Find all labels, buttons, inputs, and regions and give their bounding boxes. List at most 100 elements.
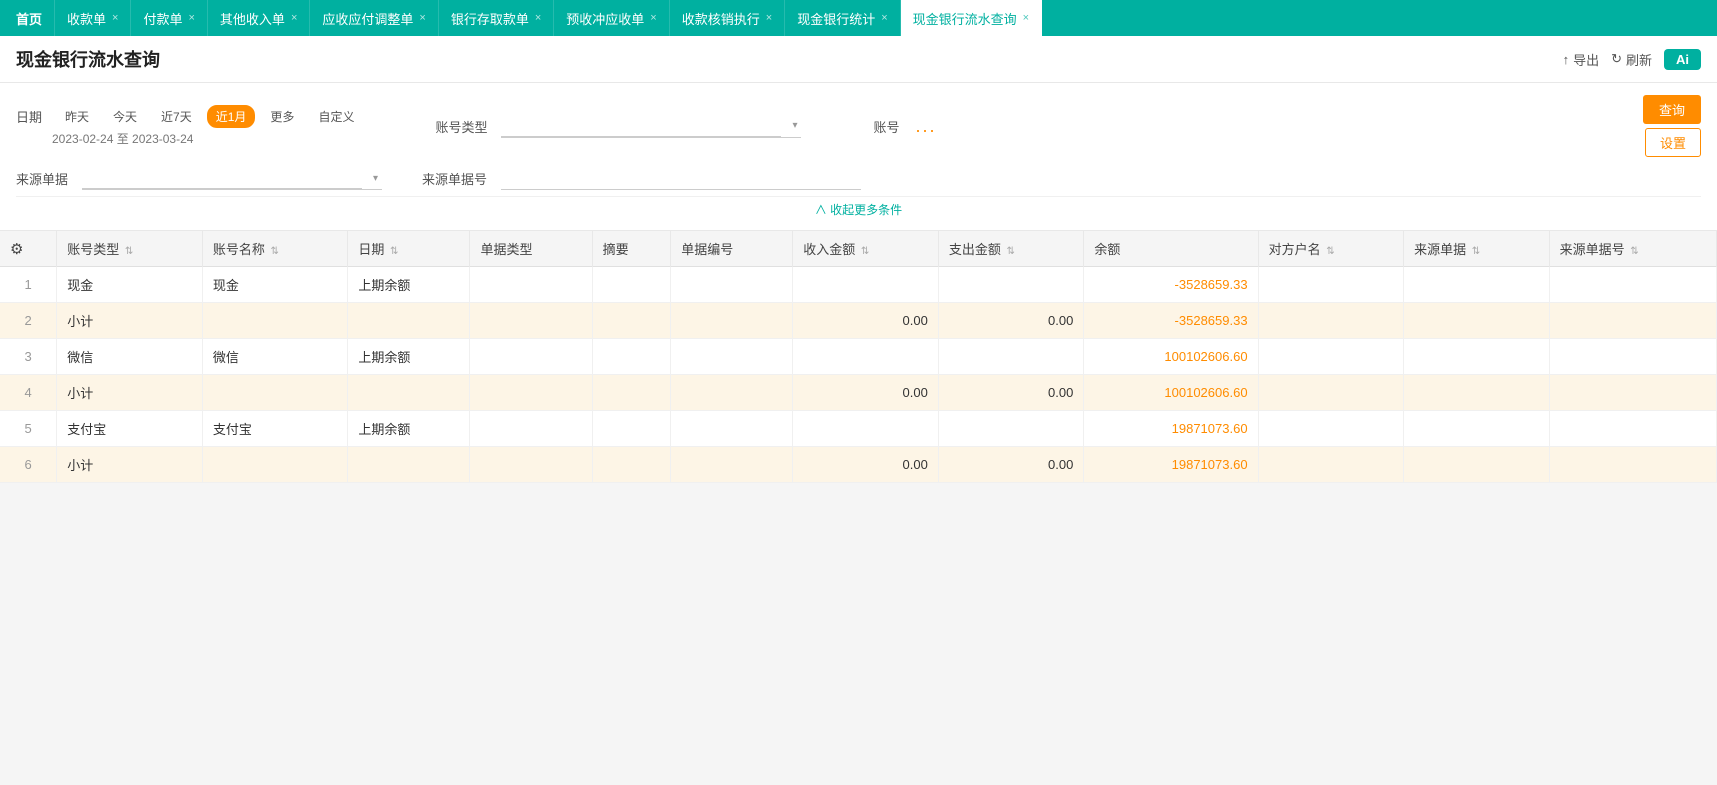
source-doc-no-label: 来源单据号: [422, 169, 487, 188]
sort-icon-expense: ⇅: [1006, 246, 1014, 257]
col-header-sourceDoc[interactable]: 来源单据 ⇅: [1404, 231, 1550, 267]
sort-icon-acctName: ⇅: [270, 246, 278, 257]
cell-docType: [470, 447, 592, 483]
cell-sourceDocNo: [1549, 411, 1716, 447]
col-header-docType: 单据类型: [470, 231, 592, 267]
nav-close-receipt[interactable]: ×: [112, 12, 118, 24]
cell-acctName: 微信: [202, 339, 348, 375]
col-header-income[interactable]: 收入金额 ⇅: [793, 231, 939, 267]
date-btn-more[interactable]: 更多: [261, 105, 303, 128]
date-btn-yesterday[interactable]: 昨天: [56, 105, 98, 128]
nav-item-other-income[interactable]: 其他收入单×: [208, 0, 310, 36]
col-header-expense[interactable]: 支出金额 ⇅: [938, 231, 1084, 267]
source-doc-select[interactable]: [82, 167, 362, 189]
query-button[interactable]: 查询: [1643, 95, 1701, 124]
nav-item-payment[interactable]: 付款单×: [131, 0, 207, 36]
nav-close-writeoff[interactable]: ×: [766, 12, 772, 24]
nav-close-cash-flow[interactable]: ×: [1023, 12, 1029, 24]
cell-acctName: [202, 303, 348, 339]
col-header-summary: 摘要: [592, 231, 671, 267]
cell-docNo: [671, 267, 793, 303]
cell-date: 上期余额: [348, 267, 470, 303]
table-row: 3微信微信上期余额100102606.60: [0, 339, 1717, 375]
cell-summary: [592, 447, 671, 483]
col-header-gear: ⚙: [0, 231, 57, 267]
col-header-sourceDocNo[interactable]: 来源单据号 ⇅: [1549, 231, 1716, 267]
ai-button[interactable]: Ai: [1664, 49, 1701, 70]
cell-income: [793, 411, 939, 447]
cell-date: [348, 447, 470, 483]
cell-counterpart: [1258, 411, 1404, 447]
export-icon: ↑: [1563, 52, 1570, 67]
cell-balance: -3528659.33: [1084, 303, 1258, 339]
nav-item-prepay[interactable]: 预收冲应收单×: [554, 0, 669, 36]
nav-item-receipt[interactable]: 收款单×: [55, 0, 131, 36]
sort-icon-sourceDoc: ⇅: [1472, 246, 1480, 257]
cell-counterpart: [1258, 267, 1404, 303]
nav-item-cash-stats[interactable]: 现金银行统计×: [785, 0, 900, 36]
nav-close-cash-stats[interactable]: ×: [881, 12, 887, 24]
cell-sourceDoc: [1404, 375, 1550, 411]
date-btn-7days[interactable]: 近7天: [152, 105, 201, 128]
date-options: 昨天今天近7天近1月更多自定义: [56, 105, 363, 128]
nav-item-cash-flow[interactable]: 现金银行流水查询×: [901, 0, 1042, 36]
nav-item-adjustment[interactable]: 应收应付调整单×: [310, 0, 438, 36]
cell-balance: 19871073.60: [1084, 447, 1258, 483]
nav-close-payment[interactable]: ×: [188, 12, 194, 24]
cell-acctName: 支付宝: [202, 411, 348, 447]
nav-item-writeoff[interactable]: 收款核销执行×: [670, 0, 785, 36]
cell-counterpart: [1258, 339, 1404, 375]
cell-balance: 19871073.60: [1084, 411, 1258, 447]
cell-expense: 0.00: [938, 375, 1084, 411]
filter-main-row: 日期 昨天今天近7天近1月更多自定义 2023-02-24 至 2023-03-…: [16, 95, 1701, 157]
cell-summary: [592, 267, 671, 303]
source-doc-no-input[interactable]: [501, 168, 861, 190]
refresh-button[interactable]: ↻ 刷新: [1611, 50, 1652, 69]
date-btn-1month[interactable]: 近1月: [207, 105, 256, 128]
col-header-acctType[interactable]: 账号类型 ⇅: [57, 231, 203, 267]
header-actions: ↑ 导出 ↻ 刷新 Ai: [1563, 49, 1701, 70]
source-doc-select-wrapper[interactable]: ▾: [82, 167, 382, 190]
top-nav: 首页收款单×付款单×其他收入单×应收应付调整单×银行存取款单×预收冲应收单×收款…: [0, 0, 1717, 36]
cell-docNo: [671, 447, 793, 483]
acct-type-select[interactable]: [501, 115, 781, 137]
acct-dots[interactable]: ...: [915, 116, 1611, 137]
cell-expense: [938, 339, 1084, 375]
data-table: ⚙账号类型 ⇅账号名称 ⇅日期 ⇅单据类型摘要单据编号收入金额 ⇅支出金额 ⇅余…: [0, 231, 1717, 483]
nav-item-home[interactable]: 首页: [4, 0, 55, 36]
cell-acctType: 支付宝: [57, 411, 203, 447]
cell-income: 0.00: [793, 447, 939, 483]
filter-source-row: 来源单据 ▾ 来源单据号: [16, 167, 1701, 190]
export-button[interactable]: ↑ 导出: [1563, 50, 1600, 69]
cell-sourceDocNo: [1549, 447, 1716, 483]
gear-icon[interactable]: ⚙: [10, 241, 23, 258]
cell-summary: [592, 303, 671, 339]
cell-income: 0.00: [793, 303, 939, 339]
cell-docType: [470, 411, 592, 447]
sort-icon-sourceDocNo: ⇅: [1630, 246, 1638, 257]
nav-close-other-income[interactable]: ×: [291, 12, 297, 24]
refresh-icon: ↻: [1611, 51, 1622, 67]
nav-close-bank-deposit[interactable]: ×: [535, 12, 541, 24]
cell-sourceDocNo: [1549, 267, 1716, 303]
col-header-counterpart[interactable]: 对方户名 ⇅: [1258, 231, 1404, 267]
acct-type-arrow-icon: ▾: [792, 120, 797, 131]
col-header-acctName[interactable]: 账号名称 ⇅: [202, 231, 348, 267]
settings-button[interactable]: 设置: [1645, 128, 1701, 157]
cell-acctName: [202, 375, 348, 411]
nav-close-prepay[interactable]: ×: [650, 12, 656, 24]
acct-type-select-wrapper[interactable]: ▾: [501, 115, 801, 138]
filter-source-doc-no: 来源单据号: [422, 168, 861, 190]
nav-close-adjustment[interactable]: ×: [419, 12, 425, 24]
date-btn-custom[interactable]: 自定义: [309, 105, 363, 128]
cell-docNo: [671, 375, 793, 411]
cell-docType: [470, 303, 592, 339]
date-btn-today[interactable]: 今天: [104, 105, 146, 128]
filter-source-doc: 来源单据 ▾: [16, 167, 382, 190]
col-header-date[interactable]: 日期 ⇅: [348, 231, 470, 267]
table-row: 6小计0.000.0019871073.60: [0, 447, 1717, 483]
cell-expense: 0.00: [938, 447, 1084, 483]
collapse-bar[interactable]: ∧ 收起更多条件: [16, 196, 1701, 222]
nav-item-bank-deposit[interactable]: 银行存取款单×: [439, 0, 554, 36]
cell-num: 5: [0, 411, 57, 447]
